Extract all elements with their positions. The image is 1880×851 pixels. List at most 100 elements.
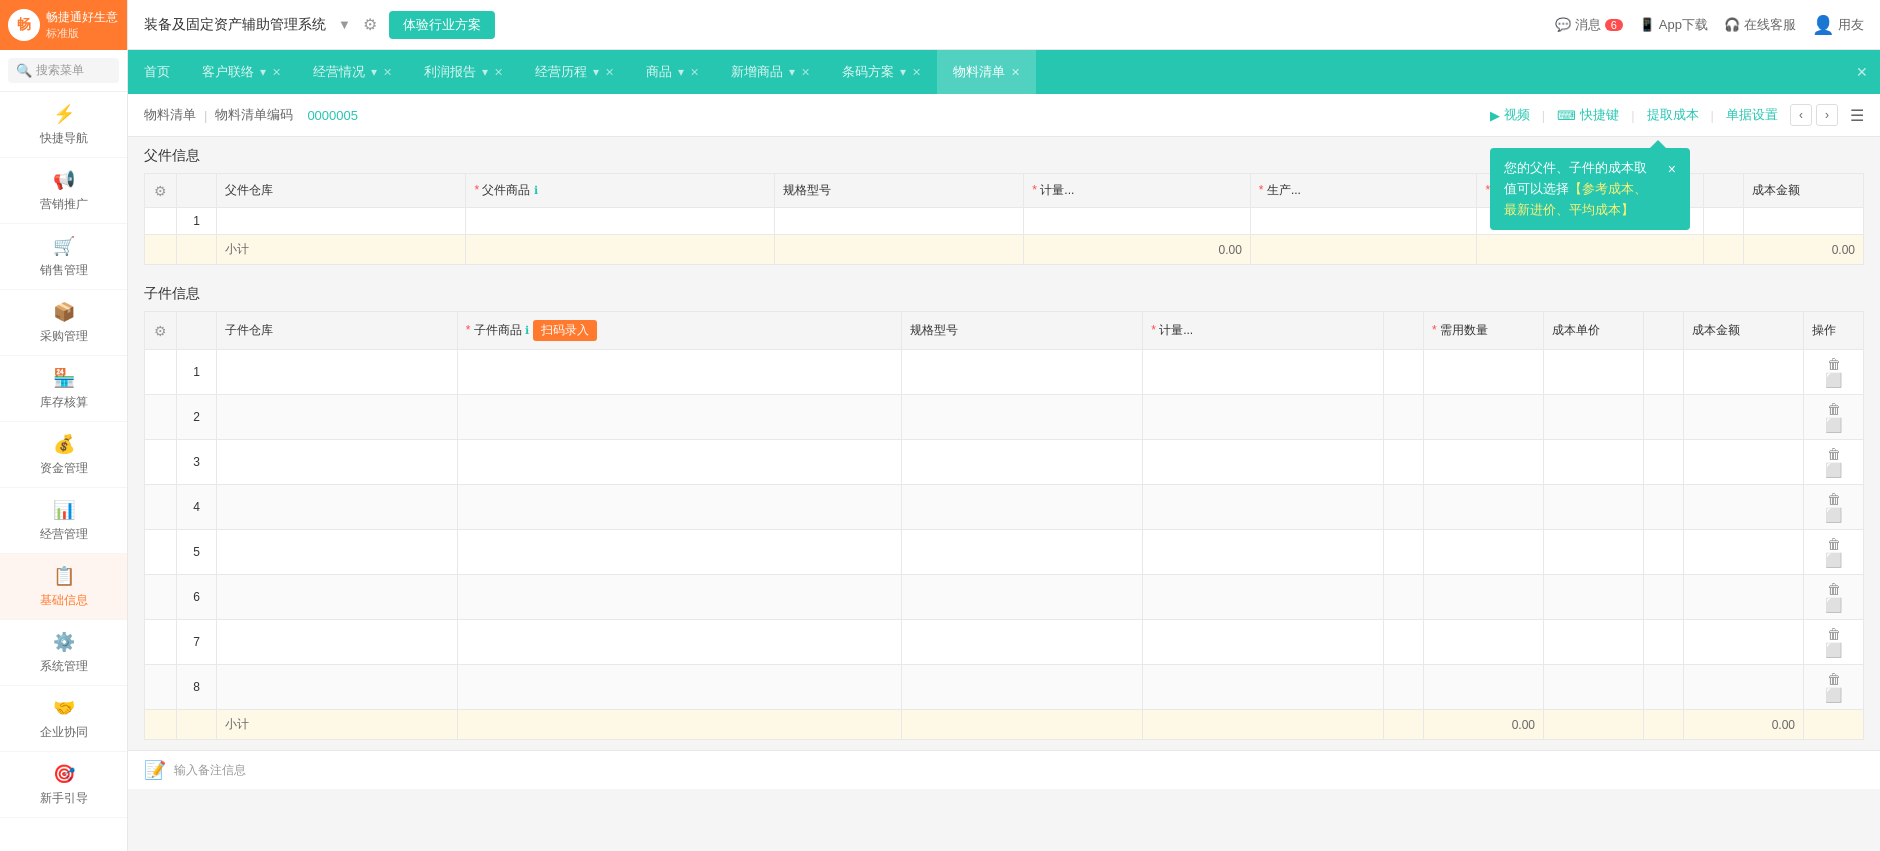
tab-customer-close[interactable]: ✕ <box>272 66 281 79</box>
tab-profit-arrow[interactable]: ▾ <box>482 65 488 79</box>
prev-arrow[interactable]: ‹ <box>1790 104 1812 126</box>
child-row3-goods[interactable] <box>457 440 902 485</box>
delete-icon-4[interactable]: 🗑 <box>1824 491 1844 507</box>
parent-goods-info-icon[interactable]: ℹ <box>534 184 538 196</box>
tooltip-close-button[interactable]: × <box>1668 158 1676 180</box>
tab-material-list[interactable]: 物料清单 ✕ <box>937 50 1036 94</box>
tab-material-close[interactable]: ✕ <box>1011 66 1020 79</box>
child-row4-goods[interactable] <box>457 485 902 530</box>
child-row7-warehouse[interactable] <box>217 620 458 665</box>
child-row7-spec[interactable] <box>902 620 1143 665</box>
tab-new-goods[interactable]: 新增商品 ▾ ✕ <box>715 50 826 94</box>
child-row5-qty[interactable] <box>1424 530 1544 575</box>
child-row7-cost-unit[interactable] <box>1544 620 1644 665</box>
copy-icon-6[interactable]: ⬜ <box>1822 597 1845 613</box>
child-row5-spec[interactable] <box>902 530 1143 575</box>
copy-icon-2[interactable]: ⬜ <box>1822 417 1845 433</box>
sidebar-item-inventory[interactable]: 🏪 库存核算 <box>0 356 127 422</box>
sidebar-item-basic[interactable]: 📋 基础信息 <box>0 554 127 620</box>
settings-icon[interactable]: ⚙ <box>363 15 377 34</box>
child-row2-warehouse[interactable] <box>217 395 458 440</box>
child-row1-unit[interactable] <box>1143 350 1384 395</box>
copy-icon-3[interactable]: ⬜ <box>1822 462 1845 478</box>
delete-icon-6[interactable]: 🗑 <box>1824 581 1844 597</box>
trial-button[interactable]: 体验行业方案 <box>389 11 495 39</box>
action-settings[interactable]: 单据设置 <box>1726 106 1778 124</box>
nav-close-all[interactable]: ✕ <box>1844 64 1880 80</box>
child-row8-warehouse[interactable] <box>217 665 458 710</box>
parent-gear-icon[interactable]: ⚙ <box>154 183 167 199</box>
tab-op-status-close[interactable]: ✕ <box>383 66 392 79</box>
app-download-button[interactable]: 📱 App下载 <box>1639 16 1708 34</box>
action-view[interactable]: ▶ 视频 <box>1490 106 1530 124</box>
child-row3-qty[interactable] <box>1424 440 1544 485</box>
child-row8-spec[interactable] <box>902 665 1143 710</box>
sidebar-item-marketing[interactable]: 📢 营销推广 <box>0 158 127 224</box>
child-row5-cost-unit[interactable] <box>1544 530 1644 575</box>
tab-profit-close[interactable]: ✕ <box>494 66 503 79</box>
action-cost[interactable]: 提取成本 <box>1647 106 1699 124</box>
next-arrow[interactable]: › <box>1816 104 1838 126</box>
copy-icon-4[interactable]: ⬜ <box>1822 507 1845 523</box>
delete-icon-3[interactable]: 🗑 <box>1824 446 1844 462</box>
delete-icon-2[interactable]: 🗑 <box>1824 401 1844 417</box>
delete-icon-1[interactable]: 🗑 <box>1824 356 1844 372</box>
child-row1-cost-unit[interactable] <box>1544 350 1644 395</box>
child-row6-goods[interactable] <box>457 575 902 620</box>
parent-row1-goods[interactable] <box>466 208 774 235</box>
child-row6-spec[interactable] <box>902 575 1143 620</box>
child-row7-qty[interactable] <box>1424 620 1544 665</box>
note-placeholder[interactable]: 输入备注信息 <box>174 762 246 779</box>
child-row4-warehouse[interactable] <box>217 485 458 530</box>
child-row7-unit[interactable] <box>1143 620 1384 665</box>
tab-new-goods-close[interactable]: ✕ <box>801 66 810 79</box>
child-row2-spec[interactable] <box>902 395 1143 440</box>
child-row4-spec[interactable] <box>902 485 1143 530</box>
tab-goods[interactable]: 商品 ▾ ✕ <box>630 50 715 94</box>
child-goods-info-icon[interactable]: ℹ <box>525 324 529 336</box>
sidebar-item-finance[interactable]: 💰 资金管理 <box>0 422 127 488</box>
child-row3-unit[interactable] <box>1143 440 1384 485</box>
sidebar-item-sales[interactable]: 🛒 销售管理 <box>0 224 127 290</box>
dropdown-arrow[interactable]: ▼ <box>338 17 351 32</box>
tab-op-status-arrow[interactable]: ▾ <box>371 65 377 79</box>
parent-row1-warehouse[interactable] <box>217 208 466 235</box>
search-trigger[interactable]: 🔍 搜索菜单 <box>8 58 119 83</box>
child-row5-goods[interactable] <box>457 530 902 575</box>
delete-icon-7[interactable]: 🗑 <box>1824 626 1844 642</box>
tab-barcode-arrow[interactable]: ▾ <box>900 65 906 79</box>
tab-profit[interactable]: 利润报告 ▾ ✕ <box>408 50 519 94</box>
child-row1-goods[interactable] <box>457 350 902 395</box>
user-menu[interactable]: 👤 用友 <box>1812 14 1864 36</box>
child-row6-warehouse[interactable] <box>217 575 458 620</box>
child-row8-cost-unit[interactable] <box>1544 665 1644 710</box>
child-row2-unit[interactable] <box>1143 395 1384 440</box>
child-row3-spec[interactable] <box>902 440 1143 485</box>
parent-row1-spec[interactable] <box>774 208 1023 235</box>
tab-goods-arrow[interactable]: ▾ <box>678 65 684 79</box>
tab-home[interactable]: 首页 <box>128 50 186 94</box>
child-row4-cost-unit[interactable] <box>1544 485 1644 530</box>
tab-customer-arrow[interactable]: ▾ <box>260 65 266 79</box>
scan-button[interactable]: 扫码录入 <box>533 320 597 341</box>
tab-op-history-arrow[interactable]: ▾ <box>593 65 599 79</box>
tab-barcode[interactable]: 条码方案 ▾ ✕ <box>826 50 937 94</box>
sidebar-item-system[interactable]: ⚙️ 系统管理 <box>0 620 127 686</box>
tab-operation-history[interactable]: 经营历程 ▾ ✕ <box>519 50 630 94</box>
child-row5-warehouse[interactable] <box>217 530 458 575</box>
sidebar-item-operation[interactable]: 📊 经营管理 <box>0 488 127 554</box>
tab-op-history-close[interactable]: ✕ <box>605 66 614 79</box>
sidebar-item-purchase[interactable]: 📦 采购管理 <box>0 290 127 356</box>
tab-customer[interactable]: 客户联络 ▾ ✕ <box>186 50 297 94</box>
child-row8-qty[interactable] <box>1424 665 1544 710</box>
child-row2-qty[interactable] <box>1424 395 1544 440</box>
parent-row1-producer[interactable] <box>1250 208 1477 235</box>
child-row4-qty[interactable] <box>1424 485 1544 530</box>
copy-icon-8[interactable]: ⬜ <box>1822 687 1845 703</box>
child-row8-goods[interactable] <box>457 665 902 710</box>
delete-icon-5[interactable]: 🗑 <box>1824 536 1844 552</box>
child-row3-warehouse[interactable] <box>217 440 458 485</box>
copy-icon-1[interactable]: ⬜ <box>1822 372 1845 388</box>
copy-icon-7[interactable]: ⬜ <box>1822 642 1845 658</box>
sidebar-search-area[interactable]: 🔍 搜索菜单 <box>0 50 127 92</box>
